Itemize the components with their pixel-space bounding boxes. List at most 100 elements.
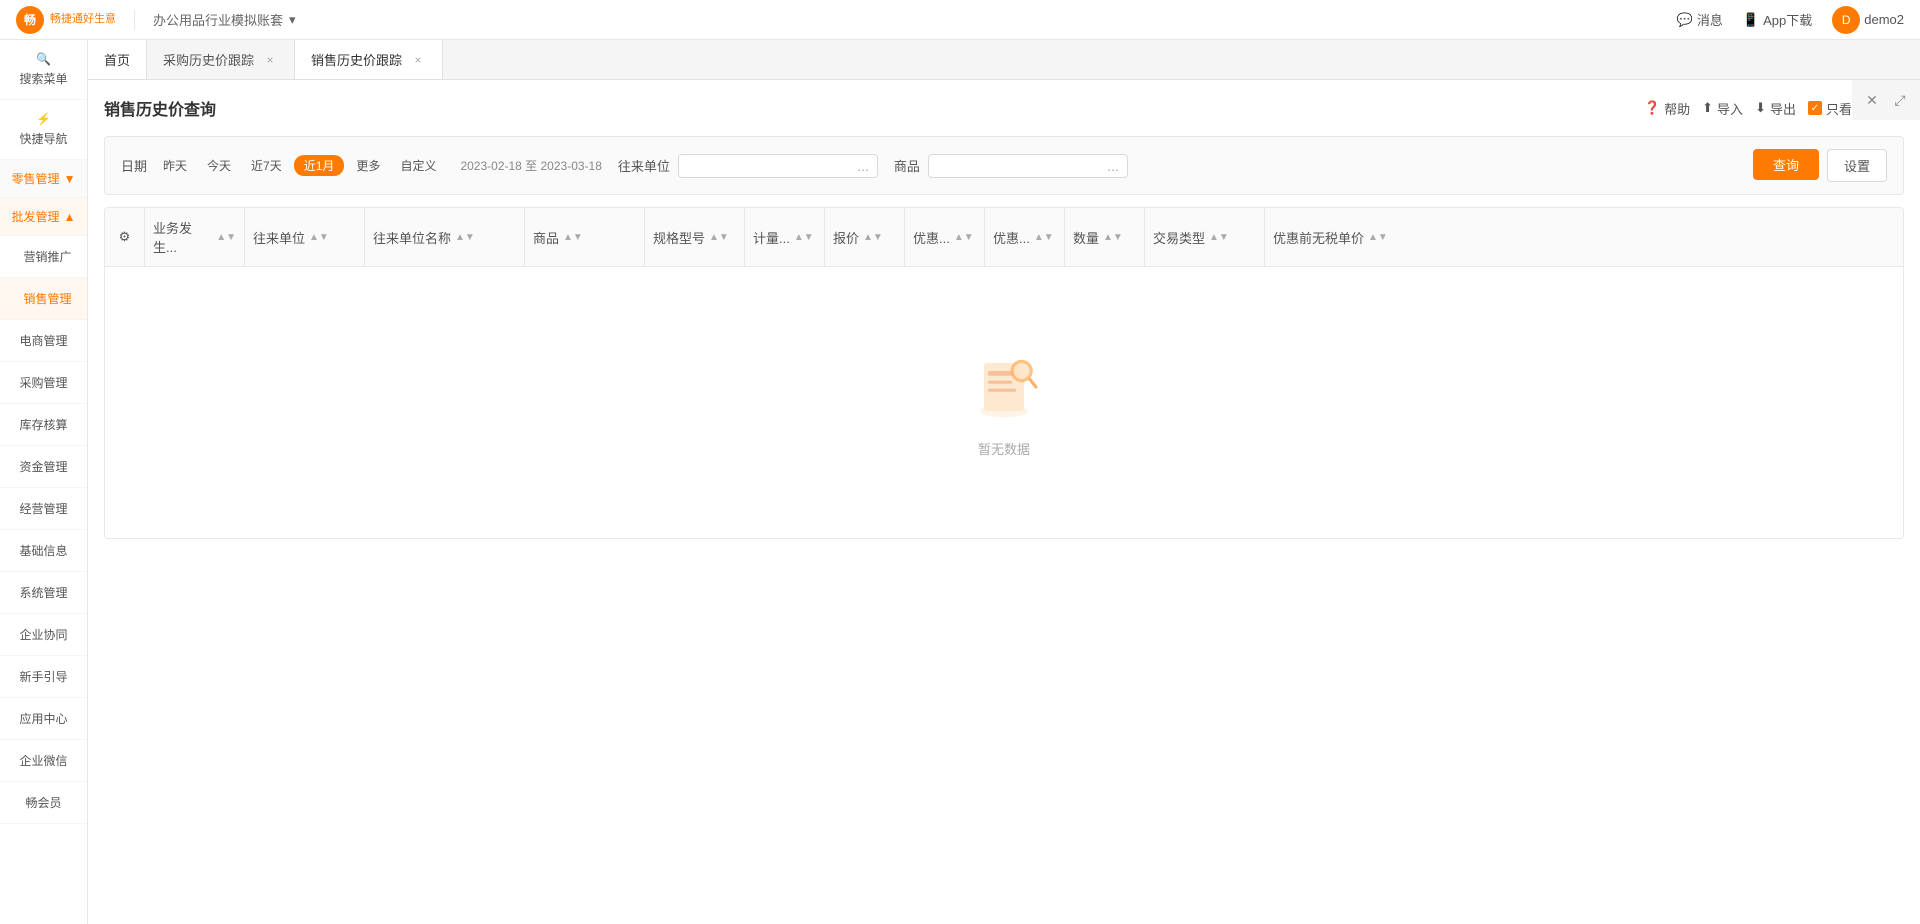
th-qty[interactable]: 数量 ▲▼ [1065, 208, 1145, 266]
export-button[interactable]: ⬇ 导出 [1755, 99, 1796, 118]
th-tax-price-label: 优惠前无税单价 [1273, 228, 1364, 247]
product-label: 商品 [894, 156, 920, 175]
sidebar-item-label: 经营管理 [19, 500, 67, 517]
help-button[interactable]: ❓ 帮助 [1644, 99, 1690, 118]
tab-home[interactable]: 首页 [88, 40, 147, 79]
download-action[interactable]: 📱 App下载 [1743, 10, 1812, 29]
message-icon: 💬 [1677, 12, 1693, 28]
date-btn-1month[interactable]: 近1月 [294, 155, 345, 176]
import-icon: ⬆ [1702, 100, 1713, 116]
sort-icon: ▲▼ [863, 232, 883, 243]
tab-purchase-history[interactable]: 采购历史价跟踪 × [147, 40, 295, 79]
th-biz-date-label: 业务发生... [153, 218, 212, 256]
sidebar-item-quick-nav[interactable]: ⚡ 快捷导航 [0, 100, 87, 160]
th-product-label: 商品 [533, 228, 559, 247]
partner-input-dots: ... [857, 158, 869, 174]
sidebar-item-app-center[interactable]: 应用中心 [0, 698, 87, 740]
th-product[interactable]: 商品 ▲▼ [525, 208, 645, 266]
gear-icon: ⚙ [119, 229, 131, 245]
close-window-button[interactable]: ✕ [1860, 88, 1884, 112]
user-action[interactable]: D demo2 [1832, 6, 1904, 34]
sort-icon: ▲▼ [309, 232, 329, 243]
sidebar-item-label: 搜索菜单 [19, 70, 67, 87]
sidebar-item-label: 销售管理 [23, 290, 71, 307]
sidebar-item-label: 营销推广 [23, 248, 71, 265]
th-partner-id-label: 往来单位 [253, 228, 305, 247]
chevron-up-icon: ▲ [64, 210, 76, 224]
th-trade-type[interactable]: 交易类型 ▲▼ [1145, 208, 1265, 266]
sidebar-item-label: 库存核算 [19, 416, 67, 433]
username-label: demo2 [1864, 12, 1904, 27]
th-spec[interactable]: 规格型号 ▲▼ [645, 208, 745, 266]
th-partner-name[interactable]: 往来单位名称 ▲▼ [365, 208, 525, 266]
th-tax-price[interactable]: 优惠前无税单价 ▲▼ [1265, 208, 1903, 266]
sidebar-item-label: 基础信息 [19, 542, 67, 559]
sidebar-item-finance[interactable]: 资金管理 [0, 446, 87, 488]
data-table: ⚙ 业务发生... ▲▼ 往来单位 ▲▼ 往来单位名称 ▲▼ [104, 207, 1904, 539]
search-icon: 🔍 [36, 52, 51, 66]
header-divider [134, 10, 135, 30]
sidebar-item-search[interactable]: 🔍 搜索菜单 [0, 40, 87, 100]
sidebar-item-marketing[interactable]: 营销推广 [0, 236, 87, 278]
sidebar-item-system[interactable]: 系统管理 [0, 572, 87, 614]
top-header: 畅 畅捷通好生意 办公用品行业模拟账套 ▾ 💬 消息 📱 App下载 D dem… [0, 0, 1920, 40]
sidebar-item-sales-mgmt[interactable]: 销售管理 [0, 278, 87, 320]
app-selector-label: 办公用品行业模拟账套 [153, 10, 283, 29]
date-btn-7days[interactable]: 近7天 [243, 155, 290, 176]
sidebar-item-inventory[interactable]: 库存核算 [0, 404, 87, 446]
app-selector[interactable]: 办公用品行业模拟账套 ▾ [153, 10, 296, 29]
sidebar-item-label: 企业协同 [19, 626, 67, 643]
tab-sales-history[interactable]: 销售历史价跟踪 × [295, 40, 443, 79]
sidebar-item-purchase[interactable]: 采购管理 [0, 362, 87, 404]
tab-sales-close[interactable]: × [410, 52, 426, 68]
sidebar-item-new-user[interactable]: 新手引导 [0, 656, 87, 698]
th-price-label: 报价 [833, 228, 859, 247]
maximize-window-button[interactable]: ⤢ [1888, 88, 1912, 112]
sidebar-item-member[interactable]: 畅会员 [0, 782, 87, 824]
date-btn-yesterday[interactable]: 昨天 [155, 155, 195, 176]
th-partner-name-label: 往来单位名称 [373, 228, 451, 247]
sidebar-item-label: 系统管理 [19, 584, 67, 601]
product-input-dots: ... [1107, 158, 1119, 174]
page-content: 销售历史价查询 ❓ 帮助 ⬆ 导入 ⬇ 导出 ✓ [88, 80, 1920, 924]
th-settings[interactable]: ⚙ [105, 208, 145, 266]
sidebar-item-retail[interactable]: 零售管理 ▼ [0, 160, 87, 198]
partner-input[interactable]: ... [678, 154, 878, 178]
import-button[interactable]: ⬆ 导入 [1702, 99, 1743, 118]
sort-icon: ▲▼ [1209, 232, 1229, 243]
tab-home-label: 首页 [104, 50, 130, 69]
th-unit[interactable]: 计量... ▲▼ [745, 208, 825, 266]
sidebar-item-label: 采购管理 [19, 374, 67, 391]
sort-icon: ▲▼ [1368, 232, 1388, 243]
tab-purchase-close[interactable]: × [262, 52, 278, 68]
product-input[interactable]: ... [928, 154, 1128, 178]
th-partner-id[interactable]: 往来单位 ▲▼ [245, 208, 365, 266]
sidebar-item-operation[interactable]: 经营管理 [0, 488, 87, 530]
setting-button[interactable]: 设置 [1827, 149, 1887, 182]
partner-label: 往来单位 [618, 156, 670, 175]
date-label: 日期 [121, 156, 147, 175]
th-price[interactable]: 报价 ▲▼ [825, 208, 905, 266]
export-label: 导出 [1770, 99, 1796, 118]
sidebar-item-label: 企业微信 [19, 752, 67, 769]
date-btn-today[interactable]: 今天 [199, 155, 239, 176]
th-biz-date[interactable]: 业务发生... ▲▼ [145, 208, 245, 266]
th-discount2-label: 优惠... [993, 228, 1030, 247]
table-header: ⚙ 业务发生... ▲▼ 往来单位 ▲▼ 往来单位名称 ▲▼ [105, 208, 1903, 267]
sidebar-item-collab[interactable]: 企业协同 [0, 614, 87, 656]
sort-icon: ▲▼ [794, 232, 814, 243]
query-button[interactable]: 查询 [1753, 149, 1819, 180]
message-action[interactable]: 💬 消息 [1677, 10, 1723, 29]
date-options: 昨天 今天 近7天 近1月 更多 [155, 155, 444, 176]
tab-sales-label: 销售历史价跟踪 [311, 50, 402, 69]
sidebar-item-wholesale[interactable]: 批发管理 ▲ [0, 198, 87, 236]
th-discount1[interactable]: 优惠... ▲▼ [905, 208, 985, 266]
sidebar-item-wechat[interactable]: 企业微信 [0, 740, 87, 782]
date-btn-custom[interactable]: 自定义 [392, 155, 444, 176]
help-icon: ❓ [1644, 100, 1660, 116]
chevron-down-icon: ▼ [64, 172, 76, 186]
th-discount2[interactable]: 优惠... ▲▼ [985, 208, 1065, 266]
sidebar-item-ecommerce[interactable]: 电商管理 [0, 320, 87, 362]
sidebar-item-basic-info[interactable]: 基础信息 [0, 530, 87, 572]
date-btn-more[interactable]: 更多 [348, 155, 388, 176]
